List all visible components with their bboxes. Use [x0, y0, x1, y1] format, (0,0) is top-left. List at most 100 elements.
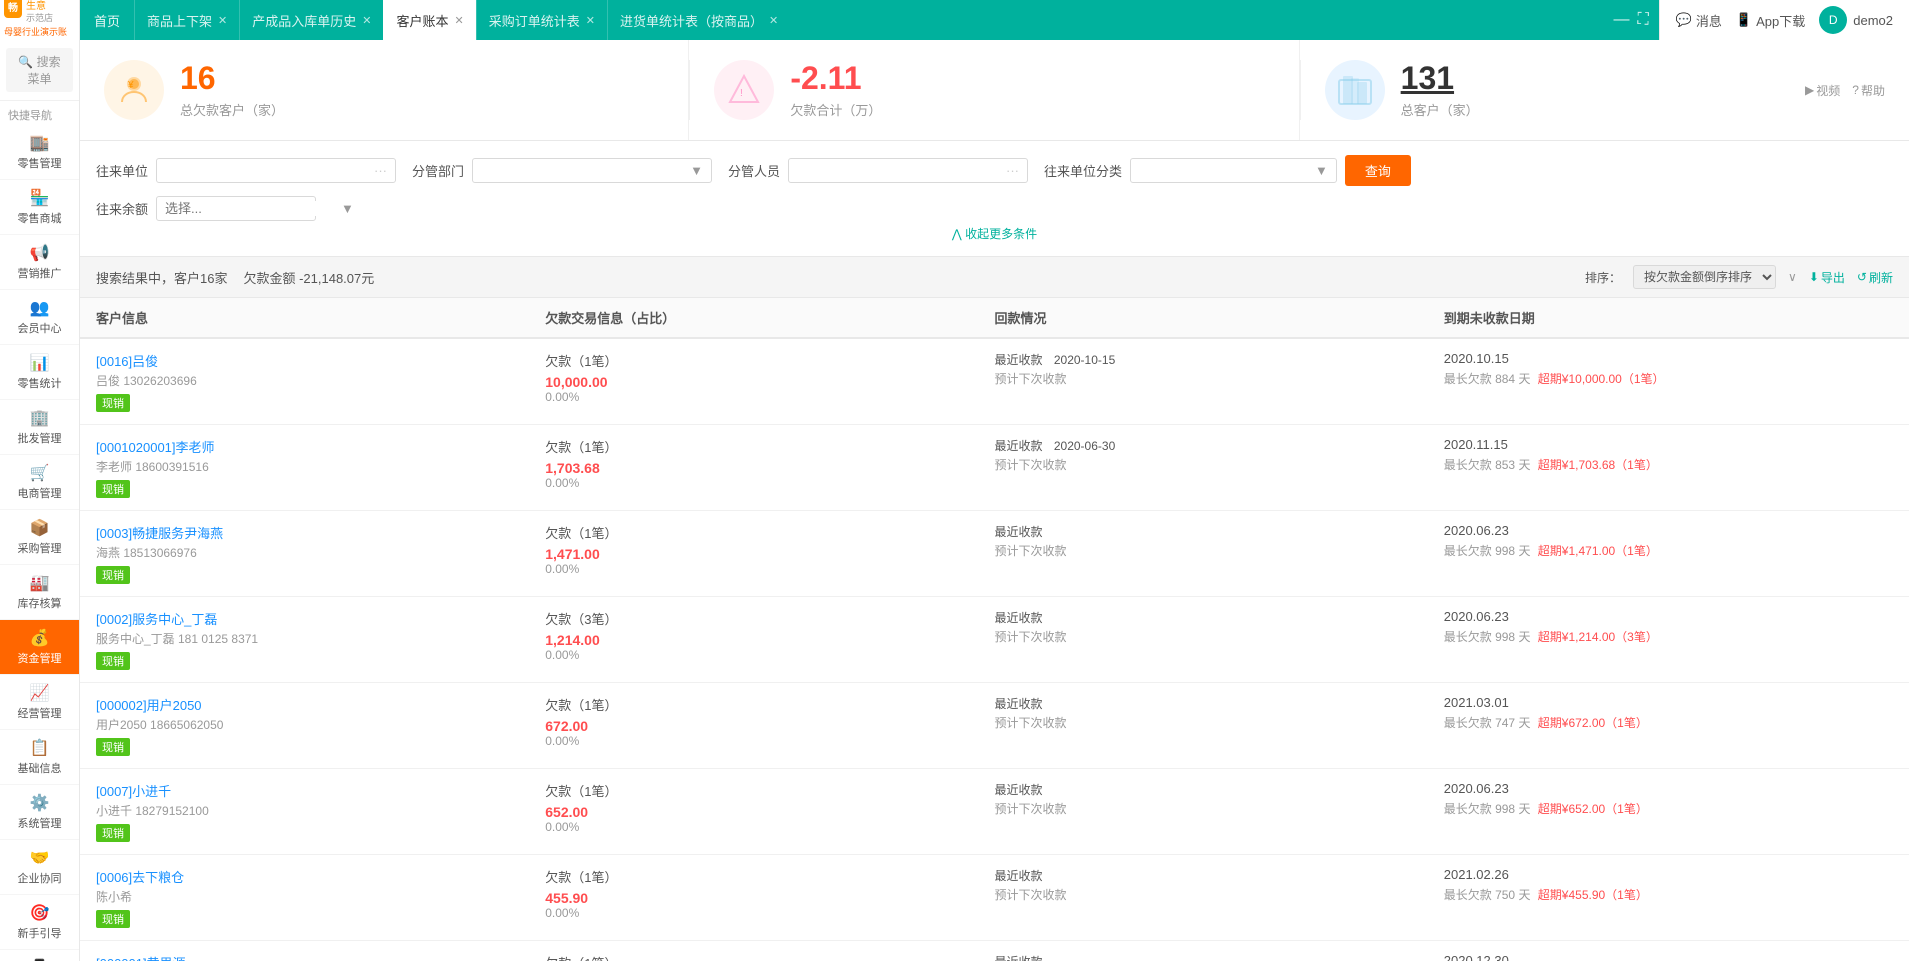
search-btn[interactable]: 查询 — [1345, 155, 1411, 186]
balance-input-wrap[interactable]: ▼ — [156, 196, 316, 221]
stat-icon-total — [1325, 60, 1385, 120]
app-download-btn[interactable]: 📱 App下载 — [1736, 11, 1805, 30]
recovery-3: 最近收款 预计下次收款 — [995, 609, 1444, 645]
customer-name-4[interactable]: [000002]用户2050 — [96, 695, 545, 714]
dept-input[interactable] — [481, 163, 690, 178]
dept-input-wrap[interactable]: ▼ — [472, 158, 712, 183]
sidebar-item-warehouse[interactable]: 🏭 库存核算 — [0, 565, 79, 620]
balance-arrow-icon: ▼ — [341, 201, 354, 216]
overdue-link-0[interactable]: 超期¥10,000.00（1笔） — [1538, 372, 1665, 386]
debt-amount-4[interactable]: 672.00 — [545, 718, 994, 734]
unit-class-input-wrap[interactable]: ▼ — [1130, 158, 1337, 183]
overdue-link-4[interactable]: 超期¥672.00（1笔） — [1538, 716, 1648, 730]
sidebar-item-ecommerce[interactable]: 🛒 电商管理 — [0, 455, 79, 510]
customer-info-1: [0001020001]李老师 李老师 18600391516 现销 — [96, 437, 545, 498]
sidebar-item-apps[interactable]: 📱 应用中心 — [0, 950, 79, 961]
balance-input[interactable] — [165, 201, 341, 216]
from-unit-input-wrap[interactable]: ··· — [156, 158, 396, 183]
debt-amount-2[interactable]: 1,471.00 — [545, 546, 994, 562]
result-actions: 排序： 按欠款金额倒序排序 ∨ ⬇ 导出 ↺ 刷新 — [1585, 265, 1893, 289]
next-payment-2: 预计下次收款 — [995, 542, 1444, 559]
debt-count-3: 欠款（3笔） — [545, 609, 994, 628]
sidebar-item-system[interactable]: ⚙️ 系统管理 — [0, 785, 79, 840]
debt-info-5: 欠款（1笔） 652.00 0.00% — [545, 781, 994, 834]
search-result-text: 搜索结果中，客户16家 — [96, 268, 227, 287]
user-avatar-btn[interactable]: D demo2 — [1819, 6, 1893, 34]
debt-amount-5[interactable]: 652.00 — [545, 804, 994, 820]
sidebar-item-operation[interactable]: 📈 经营管理 — [0, 675, 79, 730]
sidebar-item-newbie[interactable]: 🎯 新手引导 — [0, 895, 79, 950]
due-date-val-2: 2020.06.23 — [1444, 523, 1893, 538]
tab-close-history[interactable]: ✕ — [362, 14, 371, 27]
tab-customer-account[interactable]: 客户账本 ✕ — [383, 0, 475, 40]
video-action-btn[interactable]: ▶ 视频 — [1805, 82, 1840, 99]
debt-pct-2: 0.00% — [545, 562, 994, 576]
customer-name-2[interactable]: [0003]畅捷服务尹海燕 — [96, 523, 545, 542]
person-input-wrap[interactable]: ··· — [788, 158, 1028, 183]
tab-expand-btn[interactable]: ⛶ — [1638, 11, 1649, 29]
help-action-btn[interactable]: ? 帮助 — [1852, 82, 1885, 99]
debt-pct-1: 0.00% — [545, 476, 994, 490]
recovery-date-4: 最近收款 — [995, 695, 1444, 712]
collapse-btn[interactable]: ⋀ 收起更多条件 — [96, 221, 1893, 246]
operation-icon: 📈 — [30, 683, 50, 703]
overdue-link-2[interactable]: 超期¥1,471.00（1笔） — [1538, 544, 1658, 558]
logo-section: 畅 畅捷通好生意 示范店 母婴行业演示账套 — [0, 0, 80, 40]
customer-name-0[interactable]: [0016]吕俊 — [96, 351, 545, 370]
debt-amount-0[interactable]: 10,000.00 — [545, 374, 994, 390]
overdue-link-5[interactable]: 超期¥652.00（1笔） — [1538, 802, 1648, 816]
tab-close-goods[interactable]: ✕ — [769, 14, 778, 27]
person-input[interactable] — [797, 163, 1006, 178]
overdue-link-1[interactable]: 超期¥1,703.68（1笔） — [1538, 458, 1658, 472]
tab-history[interactable]: 产成品入库单历史 ✕ — [239, 0, 383, 40]
export-btn[interactable]: ⬇ 导出 — [1809, 269, 1845, 286]
sidebar-item-basic[interactable]: 📋 基础信息 — [0, 730, 79, 785]
sidebar-item-member[interactable]: 👥 会员中心 — [0, 290, 79, 345]
tab-minimize-btn[interactable]: — — [1614, 11, 1630, 29]
sort-select[interactable]: 按欠款金额倒序排序 — [1633, 265, 1776, 289]
tab-goods-stats[interactable]: 进货单统计表（按商品） ✕ — [607, 0, 790, 40]
debt-amount-1[interactable]: 1,703.68 — [545, 460, 994, 476]
debt-amount-3[interactable]: 1,214.00 — [545, 632, 994, 648]
next-payment-4: 预计下次收款 — [995, 714, 1444, 731]
sidebar-item-wholesale[interactable]: 🏢 批发管理 — [0, 400, 79, 455]
tab-home[interactable]: 首页 — [80, 0, 134, 40]
refresh-btn[interactable]: ↺ 刷新 — [1857, 269, 1893, 286]
sidebar-search-btn[interactable]: 🔍 搜索菜单 — [6, 48, 73, 92]
debt-amount-6[interactable]: 455.90 — [545, 890, 994, 906]
from-unit-input[interactable] — [165, 163, 374, 178]
customer-name-3[interactable]: [0002]服务中心_丁磊 — [96, 609, 545, 628]
overdue-link-3[interactable]: 超期¥1,214.00（3笔） — [1538, 630, 1658, 644]
customer-name-7[interactable]: [000001]黄思源 — [96, 953, 545, 961]
sidebar-item-retail-mgmt[interactable]: 🏬 零售管理 — [0, 125, 79, 180]
customer-name-6[interactable]: [0006]去下粮仓 — [96, 867, 545, 886]
sidebar-item-purchase[interactable]: 📦 采购管理 — [0, 510, 79, 565]
sidebar-item-retail-stats[interactable]: 📊 零售统计 — [0, 345, 79, 400]
customer-name-1[interactable]: [0001020001]李老师 — [96, 437, 545, 456]
refresh-icon: ↺ — [1857, 270, 1867, 284]
recovery-date-2: 最近收款 — [995, 523, 1444, 540]
member-icon: 👥 — [30, 298, 50, 318]
unit-class-input[interactable] — [1139, 163, 1315, 178]
result-summary: 搜索结果中，客户16家 欠款金额 -21,148.07元 — [96, 268, 374, 287]
sidebar-search-area[interactable]: 🔍 搜索菜单 — [0, 40, 79, 101]
customer-contact-5: 小进千 18279152100 — [96, 802, 545, 819]
sidebar-item-retail-mall[interactable]: 🏪 零售商城 — [0, 180, 79, 235]
sidebar-item-enterprise[interactable]: 🤝 企业协同 — [0, 840, 79, 895]
sidebar-item-marketing[interactable]: 📢 营销推广 — [0, 235, 79, 290]
customer-name-5[interactable]: [0007]小进千 — [96, 781, 545, 800]
sidebar-item-capital[interactable]: 💰 资金管理 — [0, 620, 79, 675]
recovery-2: 最近收款 预计下次收款 — [995, 523, 1444, 559]
tab-products[interactable]: 商品上下架 ✕ — [134, 0, 239, 40]
tab-close-purchase[interactable]: ✕ — [586, 14, 595, 27]
overdue-0: 最长欠款 884 天 超期¥10,000.00（1笔） — [1444, 370, 1893, 387]
overdue-link-6[interactable]: 超期¥455.90（1笔） — [1538, 888, 1648, 902]
tab-close-products[interactable]: ✕ — [218, 14, 227, 27]
tab-purchase-stats[interactable]: 采购订单统计表 ✕ — [476, 0, 607, 40]
due-date-val-5: 2020.06.23 — [1444, 781, 1893, 796]
tab-close-customer[interactable]: ✕ — [455, 14, 464, 27]
stat-value-customers: 16 — [180, 62, 664, 94]
next-payment-6: 预计下次收款 — [995, 886, 1444, 903]
message-btn[interactable]: 💬 消息 — [1676, 11, 1722, 30]
debt-count-7: 欠款（1笔） — [545, 953, 994, 961]
